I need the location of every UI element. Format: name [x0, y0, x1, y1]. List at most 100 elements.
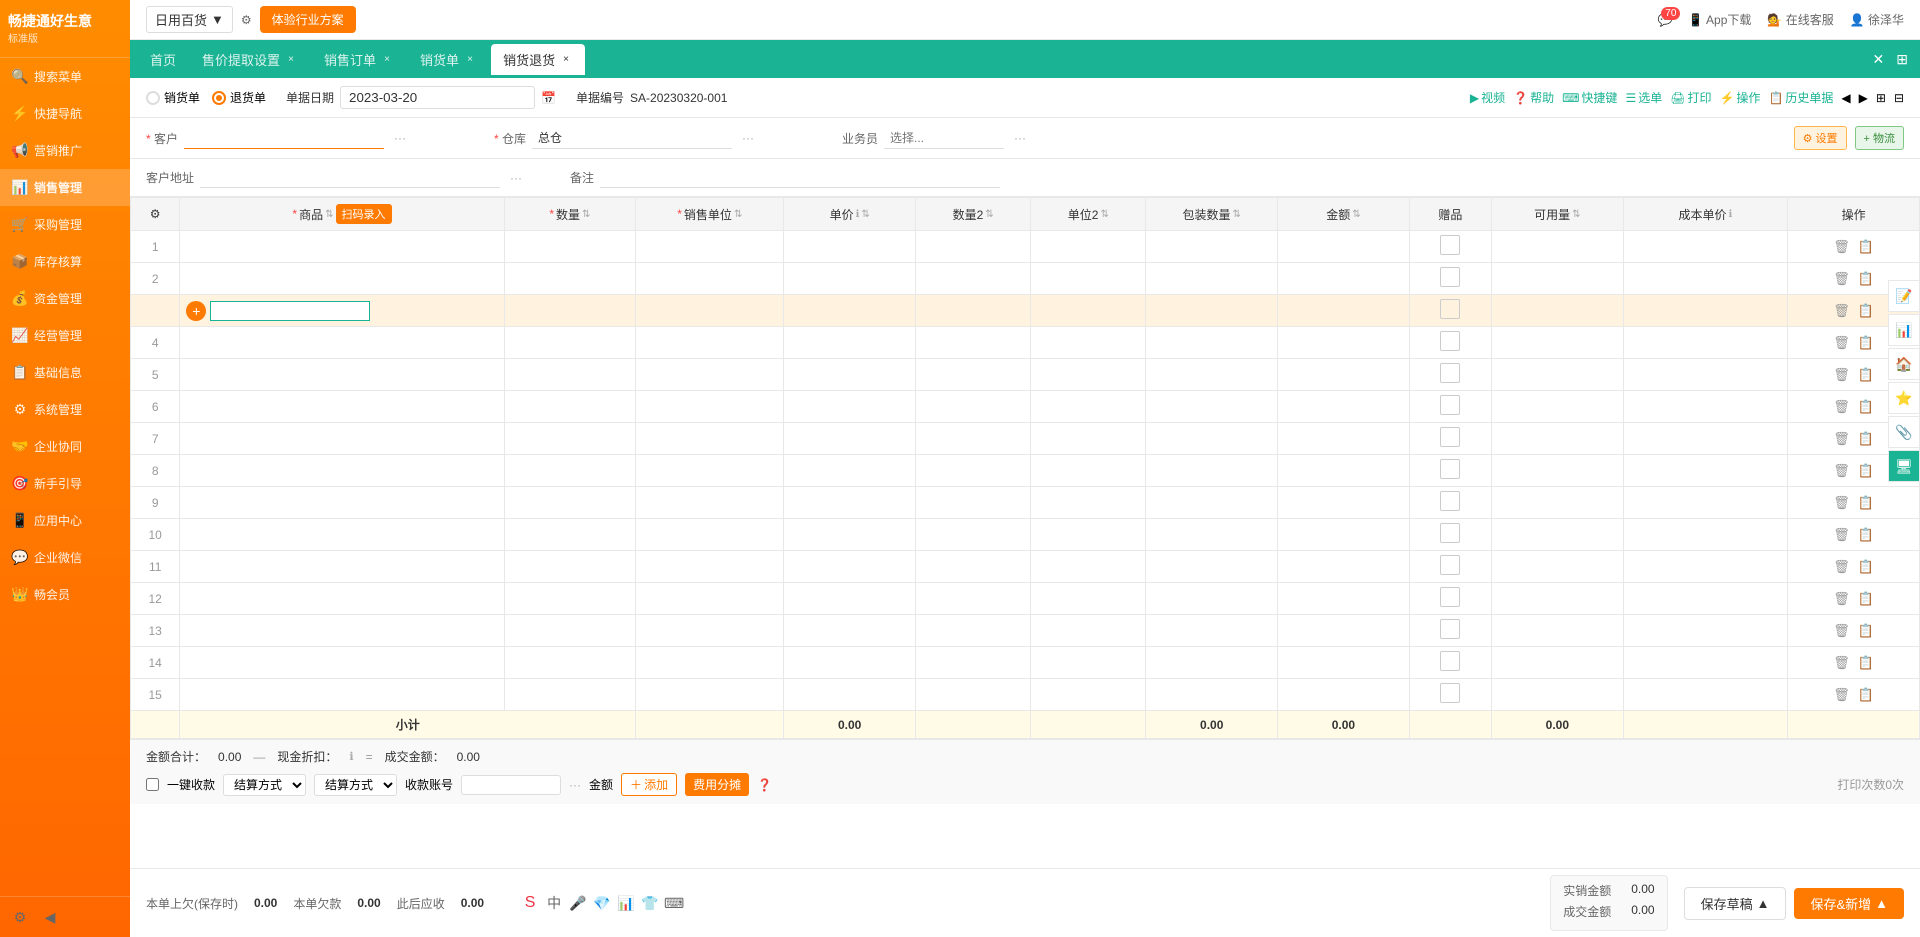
- available-cell-13[interactable]: [1492, 615, 1624, 647]
- copy-row-btn-7[interactable]: 📋: [1856, 429, 1876, 449]
- available-cell-15[interactable]: [1492, 679, 1624, 711]
- sale-unit-cell-4[interactable]: [636, 327, 784, 359]
- amount-cell-6[interactable]: [1278, 391, 1410, 423]
- add-account-btn[interactable]: ＋ 添加: [621, 773, 677, 796]
- history-link[interactable]: 📋 历史单据: [1768, 89, 1833, 106]
- product-cell-13[interactable]: [180, 615, 504, 647]
- product-sort-icon[interactable]: ⇅: [325, 209, 333, 220]
- gift-cell-11[interactable]: [1409, 551, 1491, 583]
- float-btn-6[interactable]: 🖥: [1888, 450, 1920, 482]
- sidebar-item-app_center[interactable]: 📱应用中心: [0, 502, 130, 539]
- qty2-cell-9[interactable]: [916, 487, 1031, 519]
- product-cell-11[interactable]: [180, 551, 504, 583]
- delete-row-btn-12[interactable]: 🗑: [1831, 589, 1852, 609]
- pack-qty-cell-2[interactable]: [1146, 263, 1278, 295]
- unit-price-cell-4[interactable]: [784, 327, 916, 359]
- qty2-cell-15[interactable]: [916, 679, 1031, 711]
- unit2-cell-2[interactable]: [1031, 263, 1146, 295]
- cost-price-cell-1[interactable]: [1623, 231, 1788, 263]
- settings-icon[interactable]: ⚙: [10, 907, 30, 927]
- cost-price-cell-8[interactable]: [1623, 455, 1788, 487]
- copy-row-btn-6[interactable]: 📋: [1856, 397, 1876, 417]
- sale-unit-cell-2[interactable]: [636, 263, 784, 295]
- qty-cell-1[interactable]: [504, 231, 636, 263]
- float-btn-1[interactable]: 📝: [1888, 280, 1920, 312]
- qty-sort-icon[interactable]: ⇅: [582, 209, 590, 220]
- available-cell-12[interactable]: [1492, 583, 1624, 615]
- pack-qty-cell-5[interactable]: [1146, 359, 1278, 391]
- qty-cell-11[interactable]: [504, 551, 636, 583]
- tab-销售订单[interactable]: 销售订单×: [312, 44, 406, 75]
- save-draft-button[interactable]: 保存草稿 ▲: [1684, 887, 1787, 920]
- float-btn-3[interactable]: 🏠: [1888, 348, 1920, 380]
- remark-input[interactable]: [600, 167, 1000, 188]
- online-service-link[interactable]: 💁 在线客服: [1767, 11, 1833, 28]
- sale-bill-radio[interactable]: 销货单: [146, 89, 200, 106]
- message-icon[interactable]: 💬 70: [1657, 13, 1672, 27]
- cost-price-info-icon[interactable]: ℹ: [1729, 209, 1733, 220]
- unit2-cell-1[interactable]: [1031, 231, 1146, 263]
- cost-price-cell-13[interactable]: [1623, 615, 1788, 647]
- available-cell-10[interactable]: [1492, 519, 1624, 551]
- amount-cell-9[interactable]: [1278, 487, 1410, 519]
- video-link[interactable]: ▶ 视频: [1470, 89, 1505, 106]
- qty2-cell-2[interactable]: [916, 263, 1031, 295]
- product-cell-2[interactable]: [180, 263, 504, 295]
- cost-price-cell-9[interactable]: [1623, 487, 1788, 519]
- unit-price-cell-9[interactable]: [784, 487, 916, 519]
- gift-cell-9[interactable]: [1409, 487, 1491, 519]
- pack-qty-cell-13[interactable]: [1146, 615, 1278, 647]
- amount-cell-1[interactable]: [1278, 231, 1410, 263]
- qty2-cell-13[interactable]: [916, 615, 1031, 647]
- toolbar-icon-2[interactable]: 🎤: [568, 893, 588, 913]
- toolbar-icon-6[interactable]: ⌨: [664, 893, 684, 913]
- unit2-cell-10[interactable]: [1031, 519, 1146, 551]
- sidebar-item-purchase[interactable]: 🛒采购管理: [0, 206, 130, 243]
- delete-row-btn-4[interactable]: 🗑: [1831, 333, 1852, 353]
- expense-tab-btn[interactable]: 费用分摊: [685, 773, 749, 796]
- next-icon[interactable]: ▶: [1859, 91, 1868, 105]
- pack-qty-cell-7[interactable]: [1146, 423, 1278, 455]
- qty2-cell-8[interactable]: [916, 455, 1031, 487]
- product-cell-14[interactable]: [180, 647, 504, 679]
- qty2-cell-14[interactable]: [916, 647, 1031, 679]
- calc-method-select[interactable]: 结算方式: [314, 774, 397, 796]
- gift-checkbox-1[interactable]: [1440, 235, 1460, 255]
- industry-selector[interactable]: 日用百货 ▼: [146, 6, 233, 33]
- unit2-cell-5[interactable]: [1031, 359, 1146, 391]
- qty2-cell-11[interactable]: [916, 551, 1031, 583]
- calendar-icon[interactable]: 📅: [541, 91, 556, 105]
- pack-qty-cell-10[interactable]: [1146, 519, 1278, 551]
- app-download-link[interactable]: 📱 App下载: [1688, 11, 1751, 28]
- copy-row-btn-4[interactable]: 📋: [1856, 333, 1876, 353]
- pack-qty-cell-4[interactable]: [1146, 327, 1278, 359]
- sidebar-item-sales[interactable]: 📊销售管理: [0, 169, 130, 206]
- unit-price-sort-icon[interactable]: ⇅: [861, 209, 869, 220]
- gift-checkbox-13[interactable]: [1440, 619, 1460, 639]
- th-settings[interactable]: ⚙: [131, 198, 180, 231]
- gift-cell-6[interactable]: [1409, 391, 1491, 423]
- unit2-cell-9[interactable]: [1031, 487, 1146, 519]
- product-cell-7[interactable]: [180, 423, 504, 455]
- unit-price-cell-12[interactable]: [784, 583, 916, 615]
- cash-discount-info-icon[interactable]: ℹ: [349, 750, 353, 763]
- cost-price-cell-7[interactable]: [1623, 423, 1788, 455]
- amount-cell-3[interactable]: [1278, 295, 1410, 327]
- sidebar-item-marketing[interactable]: 📢营销推广: [0, 132, 130, 169]
- available-cell-5[interactable]: [1492, 359, 1624, 391]
- gift-cell-7[interactable]: [1409, 423, 1491, 455]
- gift-checkbox-6[interactable]: [1440, 395, 1460, 415]
- cost-price-cell-12[interactable]: [1623, 583, 1788, 615]
- gift-cell-8[interactable]: [1409, 455, 1491, 487]
- gift-checkbox-12[interactable]: [1440, 587, 1460, 607]
- sale-unit-cell-14[interactable]: [636, 647, 784, 679]
- user-avatar[interactable]: 👤 徐泽华: [1850, 11, 1904, 28]
- available-cell-2[interactable]: [1492, 263, 1624, 295]
- sale-unit-cell-12[interactable]: [636, 583, 784, 615]
- qty-cell-15[interactable]: [504, 679, 636, 711]
- amount-cell-2[interactable]: [1278, 263, 1410, 295]
- unit-price-cell-11[interactable]: [784, 551, 916, 583]
- delete-row-btn-14[interactable]: 🗑: [1831, 653, 1852, 673]
- delete-row-btn-6[interactable]: 🗑: [1831, 397, 1852, 417]
- copy-row-btn-15[interactable]: 📋: [1856, 685, 1876, 705]
